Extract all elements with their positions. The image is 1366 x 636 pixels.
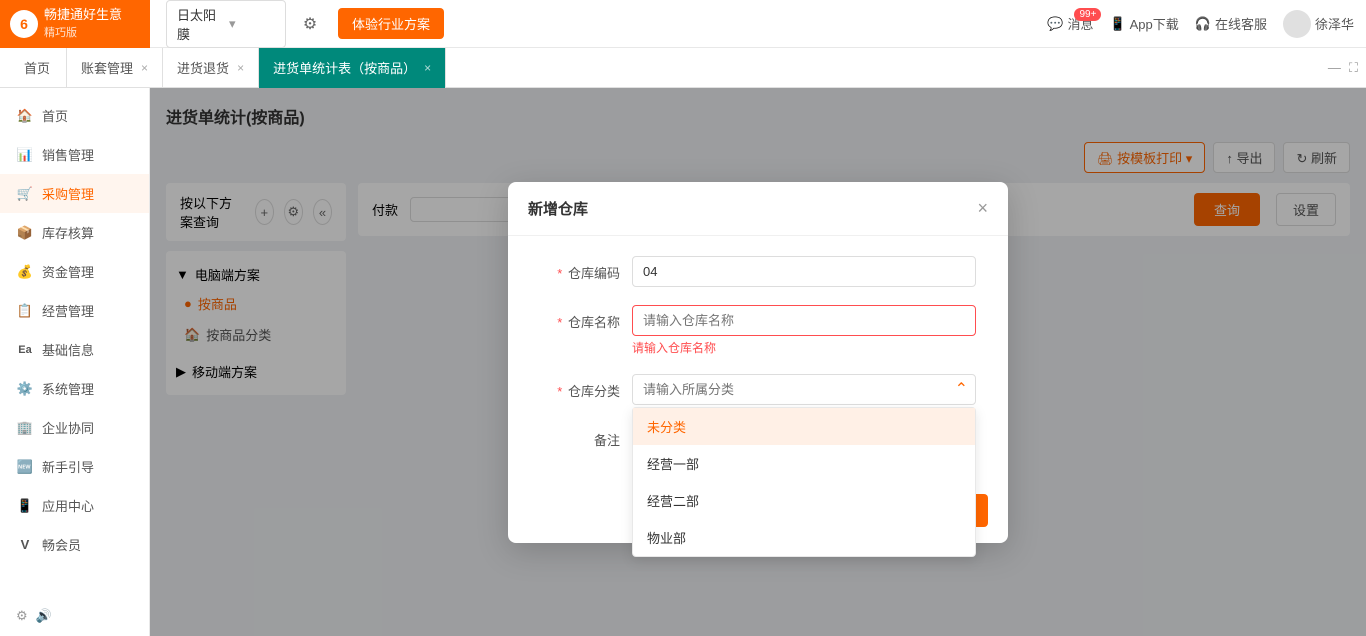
main-layout: 🏠 首页 📊 销售管理 🛒 采购管理 📦 库存核算 💰 资金管理 📋 经营管理 … — [0, 88, 1366, 636]
dropdown-item-property[interactable]: 物业部 — [633, 519, 975, 556]
app-download-btn[interactable]: 📱 App下载 — [1109, 14, 1178, 33]
sidebar-item-operation[interactable]: 📋 经营管理 — [0, 291, 149, 330]
tab-close-accounts[interactable]: × — [141, 61, 148, 75]
modal-title: 新增仓库 — [528, 198, 588, 219]
sidebar-item-enterprise[interactable]: 🏢 企业协同 — [0, 408, 149, 447]
user-profile-btn[interactable]: 徐泽华 — [1283, 10, 1354, 38]
tab-close-purchase-return[interactable]: × — [237, 61, 244, 75]
category-label: * 仓库分类 — [540, 374, 620, 400]
enterprise-icon: 🏢 — [16, 419, 34, 437]
category-field: ⌃ 未分类 经营一部 经营二部 — [632, 374, 976, 405]
messages-btn[interactable]: 💬 消息 99+ — [1047, 14, 1093, 33]
modal-header: 新增仓库 × — [508, 182, 1008, 236]
sidebar-item-system[interactable]: ⚙️ 系统管理 — [0, 369, 149, 408]
header-right: 💬 消息 99+ 📱 App下载 🎧 在线客服 徐泽华 — [1047, 10, 1354, 38]
name-field: 请输入仓库名称 — [632, 305, 976, 356]
code-label: * 仓库编码 — [540, 256, 620, 282]
tab-purchase-stats[interactable]: 进货单统计表（按商品） × — [259, 48, 446, 88]
category-input[interactable] — [632, 374, 976, 405]
dropdown-arrow-icon: ▾ — [229, 16, 275, 32]
add-warehouse-modal: 新增仓库 × * 仓库编码 — [508, 182, 1008, 543]
tab-home[interactable]: 首页 — [8, 48, 67, 88]
sales-icon: 📊 — [16, 146, 34, 164]
dropdown-item-none[interactable]: 未分类 — [633, 408, 975, 445]
home-icon: 🏠 — [16, 107, 34, 125]
sidebar-item-basicinfo[interactable]: Ea 基础信息 — [0, 330, 149, 369]
modal-body: * 仓库编码 * 仓库名称 — [508, 236, 1008, 482]
member-icon: V — [16, 536, 34, 554]
tab-accounts[interactable]: 账套管理 × — [67, 48, 163, 88]
category-dropdown: 未分类 经营一部 经营二部 物业部 — [632, 407, 976, 557]
code-input[interactable] — [632, 256, 976, 287]
name-input[interactable] — [632, 305, 976, 336]
modal-close-btn[interactable]: × — [977, 198, 988, 219]
name-row: * 仓库名称 请输入仓库名称 — [540, 305, 976, 356]
basicinfo-icon: Ea — [16, 341, 34, 359]
sidebar-item-finance[interactable]: 💰 资金管理 — [0, 252, 149, 291]
logo-text: 畅捷通好生意 — [44, 7, 122, 24]
top-header: 6 畅捷通好生意 精巧版 日太阳膜 ▾ ⚙ 体验行业方案 💬 消息 99+ 📱 … — [0, 0, 1366, 48]
avatar — [1283, 10, 1311, 38]
sidebar-item-sales[interactable]: 📊 销售管理 — [0, 135, 149, 174]
content-area: 进货单统计(按商品) 🖨 按模板打印 ▾ ↑ 导出 ↻ 刷新 按以下方案查询 — [150, 88, 1366, 636]
logo-icon: 6 — [10, 10, 38, 38]
operation-icon: 📋 — [16, 302, 34, 320]
sidebar-item-newbie[interactable]: 🆕 新手引导 — [0, 447, 149, 486]
system-icon: ⚙️ — [16, 380, 34, 398]
tab-purchase-return[interactable]: 进货退货 × — [163, 48, 259, 88]
tab-bar: 首页 账套管理 × 进货退货 × 进货单统计表（按商品） × — ⛶ — [0, 48, 1366, 88]
message-badge: 99+ — [1074, 8, 1101, 21]
sidebar-audio-icon[interactable]: 🔊 — [36, 608, 52, 624]
message-icon: 💬 — [1047, 16, 1063, 32]
name-label: * 仓库名称 — [540, 305, 620, 331]
logo-area: 6 畅捷通好生意 精巧版 — [0, 0, 150, 48]
modal-overlay: 新增仓库 × * 仓库编码 — [150, 88, 1366, 636]
sidebar-item-member[interactable]: V 畅会员 — [0, 525, 149, 564]
sidebar-item-appcenter[interactable]: 📱 应用中心 — [0, 486, 149, 525]
dropdown-item-dept2[interactable]: 经营二部 — [633, 482, 975, 519]
sidebar: 🏠 首页 📊 销售管理 🛒 采购管理 📦 库存核算 💰 资金管理 📋 经营管理 … — [0, 88, 150, 636]
dropdown-item-dept1[interactable]: 经营一部 — [633, 445, 975, 482]
sidebar-item-purchase[interactable]: 🛒 采购管理 — [0, 174, 149, 213]
sidebar-item-home[interactable]: 🏠 首页 — [0, 96, 149, 135]
online-service-btn[interactable]: 🎧 在线客服 — [1195, 14, 1267, 33]
purchase-icon: 🛒 — [16, 185, 34, 203]
logo-sub: 精巧版 — [44, 24, 122, 40]
sidebar-setting-icon[interactable]: ⚙ — [16, 608, 28, 624]
store-name: 日太阳膜 — [177, 5, 223, 43]
inventory-icon: 📦 — [16, 224, 34, 242]
category-toggle-icon[interactable]: ⌃ — [955, 379, 968, 399]
settings-icon[interactable]: ⚙ — [294, 8, 326, 40]
note-label: 备注 — [540, 423, 620, 449]
headset-icon: 🎧 — [1195, 16, 1211, 32]
tab-close-purchase-stats[interactable]: × — [424, 61, 431, 75]
tab-minimize-icon[interactable]: — — [1328, 60, 1341, 75]
code-row: * 仓库编码 — [540, 256, 976, 287]
category-row: * 仓库分类 ⌃ 未分类 — [540, 374, 976, 405]
sidebar-bottom: ⚙ 🔊 — [0, 596, 149, 636]
code-field — [632, 256, 976, 287]
tab-bar-actions: — ⛶ — [1328, 60, 1358, 76]
newbie-icon: 🆕 — [16, 458, 34, 476]
mobile-icon: 📱 — [1109, 16, 1125, 32]
experience-btn[interactable]: 体验行业方案 — [338, 8, 444, 39]
name-error-msg: 请输入仓库名称 — [632, 339, 976, 356]
tab-expand-icon[interactable]: ⛶ — [1349, 60, 1358, 76]
store-selector[interactable]: 日太阳膜 ▾ — [166, 0, 286, 48]
appcenter-icon: 📱 — [16, 497, 34, 515]
finance-icon: 💰 — [16, 263, 34, 281]
sidebar-item-inventory[interactable]: 📦 库存核算 — [0, 213, 149, 252]
